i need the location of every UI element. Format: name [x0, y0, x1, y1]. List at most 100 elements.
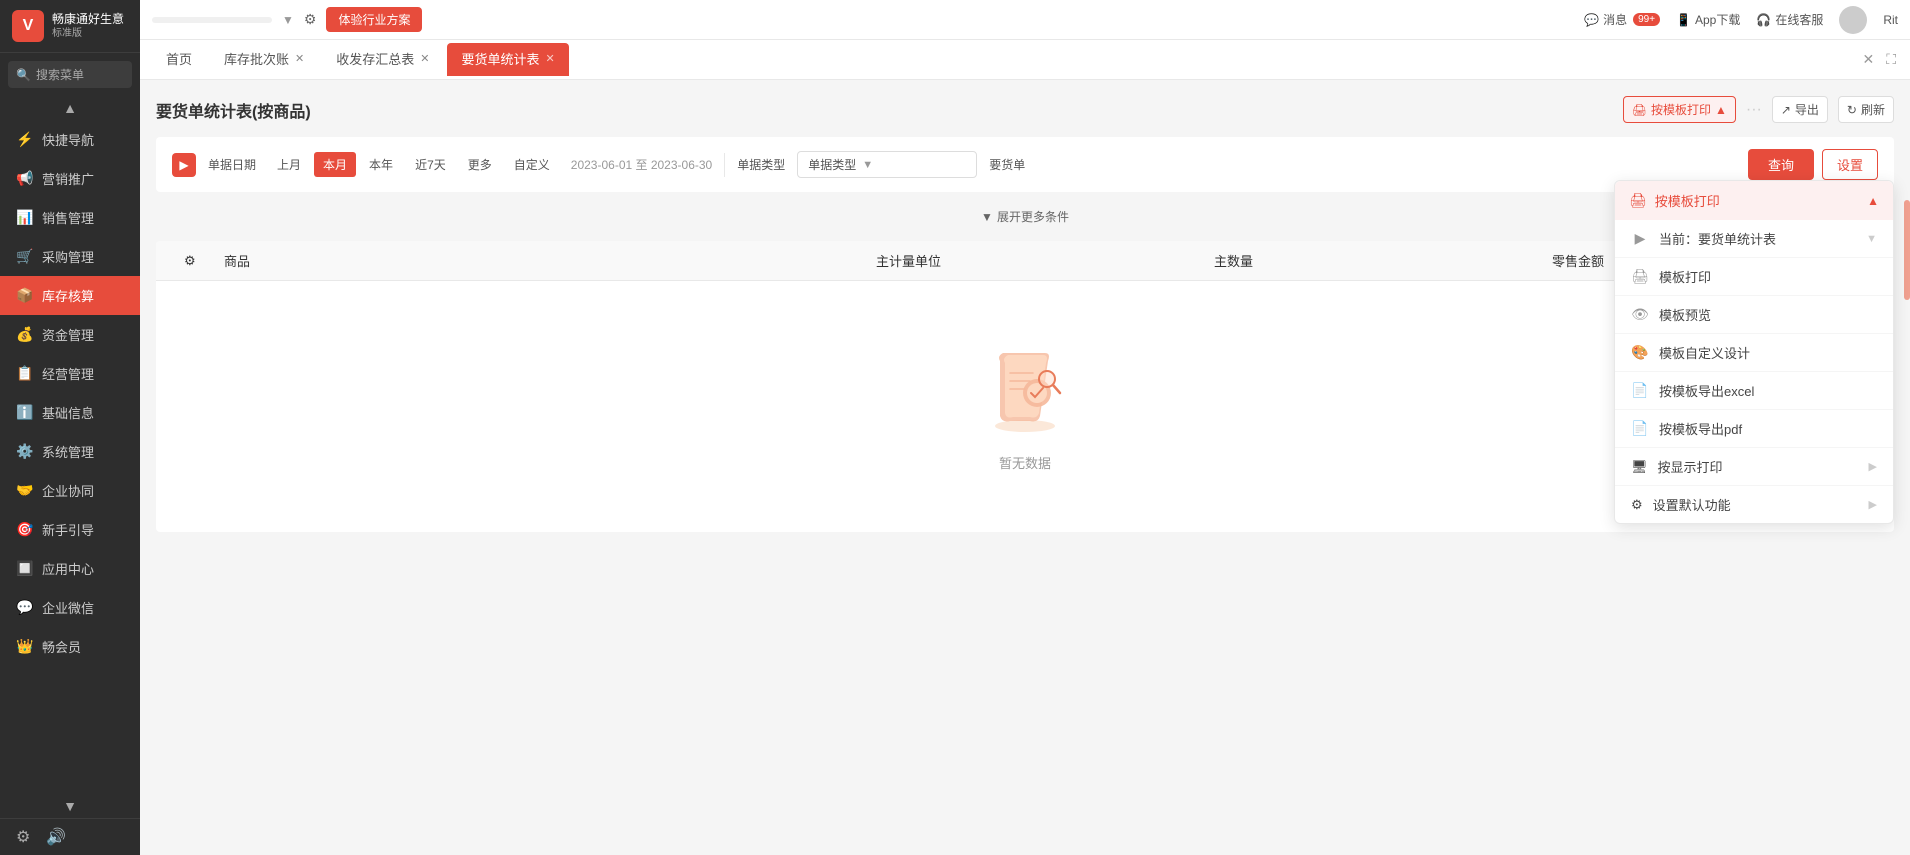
dropdown-header[interactable]: 🖨 按模板打印 ▲ [1615, 181, 1893, 220]
sound-icon[interactable]: 🔊 [46, 827, 66, 847]
logo-icon: V [12, 10, 44, 42]
dropdown-export-excel[interactable]: 📄 按模板导出excel [1615, 372, 1893, 410]
topbar-gear-icon[interactable]: ⚙ [304, 11, 317, 28]
tabbar-controls: ✕ ⛶ [1860, 49, 1898, 70]
app-icon: 🔲 [16, 560, 34, 577]
tab-summary[interactable]: 收发存汇总表 ✕ [322, 43, 443, 76]
settings-btn[interactable]: 设置 [1822, 149, 1878, 180]
sidebar-item-guide[interactable]: 🎯 新手引导 [0, 510, 140, 549]
print-dropdown-arrow: ▲ [1715, 103, 1727, 117]
sidebar-bottom: ⚙ 🔊 [0, 818, 140, 855]
sidebar: V 畅康通好生意 标准版 🔍 搜索菜单 ▲ ⚡ 快捷导航 📢 营销推广 📊 销售… [0, 0, 140, 855]
scroll-down-btn[interactable]: ▼ [0, 794, 140, 818]
online-service-action[interactable]: 🎧 在线客服 [1756, 11, 1823, 28]
order-type-select[interactable]: 单据类型 ▼ [797, 151, 977, 178]
page-title: 要货单统计表(按商品) [156, 98, 311, 122]
date-btn-custom[interactable]: 自定义 [505, 152, 559, 177]
sidebar-item-sales[interactable]: 📊 销售管理 [0, 198, 140, 237]
sidebar-item-operation[interactable]: 📋 经营管理 [0, 354, 140, 393]
sidebar-nav: ⚡ 快捷导航 📢 营销推广 📊 销售管理 🛒 采购管理 📦 库存核算 💰 资金管… [0, 120, 140, 794]
dropdown-template-print[interactable]: 🖨 模板打印 [1615, 258, 1893, 296]
date-btn-this-year[interactable]: 本年 [360, 152, 402, 177]
date-btn-last-month[interactable]: 上月 [268, 152, 310, 177]
username-label: Rit [1883, 13, 1898, 27]
expand-down-icon: ▼ [981, 210, 993, 224]
sidebar-item-system[interactable]: ⚙️ 系统管理 [0, 432, 140, 471]
wechat-icon: 💬 [16, 599, 34, 616]
sidebar-item-collab[interactable]: 🤝 企业协同 [0, 471, 140, 510]
export-btn[interactable]: ↗ 导出 [1772, 96, 1828, 123]
default-func-icon: ⚙ [1631, 497, 1643, 513]
tab-batch-close[interactable]: ✕ [295, 52, 304, 65]
dropdown-display-print[interactable]: 🖥 按显示打印 ▶ [1615, 448, 1893, 486]
dropdown-export-pdf[interactable]: 📄 按模板导出pdf [1615, 410, 1893, 448]
topbar-dropdown-arrow[interactable]: ▼ [282, 13, 294, 27]
app-name: 畅康通好生意 标准版 [52, 12, 124, 41]
export-icon: ↗ [1781, 103, 1791, 117]
topbar-search-box[interactable] [152, 17, 272, 23]
sidebar-item-wechat[interactable]: 💬 企业微信 [0, 588, 140, 627]
trial-btn[interactable]: 体验行业方案 [326, 7, 422, 32]
tab-home[interactable]: 首页 [152, 43, 206, 76]
right-scrollbar[interactable] [1904, 200, 1910, 300]
sidebar-item-member[interactable]: 👑 畅会员 [0, 627, 140, 666]
system-icon: ⚙️ [16, 443, 34, 460]
dropdown-default-func[interactable]: ⚙ 设置默认功能 ▶ [1615, 486, 1893, 523]
sidebar-item-inventory[interactable]: 📦 库存核算 [0, 276, 140, 315]
more-actions-icon[interactable]: ··· [1746, 101, 1762, 119]
tab-batch[interactable]: 库存批次账 ✕ [210, 43, 318, 76]
dropdown-collapse-arrow: ▲ [1867, 194, 1879, 208]
sidebar-item-finance[interactable]: 💰 资金管理 [0, 315, 140, 354]
marketing-icon: 📢 [16, 170, 34, 187]
sidebar-search[interactable]: 🔍 搜索菜单 [8, 61, 132, 88]
dropdown-template-design[interactable]: 🎨 模板自定义设计 [1615, 334, 1893, 372]
dropdown-current-template[interactable]: ▶ 当前：要货单统计表 ▼ [1615, 220, 1893, 258]
tab-summary-close[interactable]: ✕ [420, 52, 429, 65]
col-product: 商品 [212, 241, 864, 280]
topbar-actions: 💬 消息 99+ 📱 App下载 🎧 在线客服 Rit [1584, 6, 1898, 34]
operation-icon: 📋 [16, 365, 34, 382]
tab-close-btn[interactable]: ✕ [1860, 49, 1876, 70]
col-gear[interactable]: ⚙ [172, 243, 212, 279]
dropdown-print-icon: 🖨 [1629, 192, 1647, 209]
order-goods-group: 要货单 [989, 156, 1025, 173]
user-avatar[interactable] [1839, 6, 1867, 34]
message-action[interactable]: 💬 消息 99+ [1584, 11, 1660, 28]
dropdown-template-preview[interactable]: 👁 模板预览 [1615, 296, 1893, 334]
tabbar: 首页 库存批次账 ✕ 收发存汇总表 ✕ 要货单统计表 ✕ ✕ ⛶ [140, 40, 1910, 80]
query-btn[interactable]: 查询 [1748, 149, 1814, 180]
filter-collapse-btn[interactable]: ▶ [172, 153, 196, 177]
sidebar-item-marketing[interactable]: 📢 营销推广 [0, 159, 140, 198]
refresh-btn[interactable]: ↻ 刷新 [1838, 96, 1894, 123]
date-options: 上月 本月 本年 近7天 更多 自定义 [268, 152, 559, 177]
display-print-icon: 🖥 [1631, 459, 1648, 475]
date-btn-more[interactable]: 更多 [459, 152, 501, 177]
date-btn-this-month[interactable]: 本月 [314, 152, 356, 177]
quicknav-icon: ⚡ [16, 131, 34, 148]
app-download-action[interactable]: 📱 App下载 [1676, 11, 1740, 28]
purchase-icon: 🛒 [16, 248, 34, 265]
settings-bottom-icon[interactable]: ⚙ [16, 827, 30, 847]
date-btn-7days[interactable]: 近7天 [406, 152, 455, 177]
sidebar-item-basic[interactable]: ℹ️ 基础信息 [0, 393, 140, 432]
expand-btn[interactable]: ▼ 展开更多条件 [969, 204, 1081, 229]
tab-expand-btn[interactable]: ⛶ [1884, 49, 1898, 70]
inventory-icon: 📦 [16, 287, 34, 304]
member-icon: 👑 [16, 638, 34, 655]
order-goods-label: 要货单 [989, 156, 1025, 173]
date-range-display: 2023-06-01 至 2023-06-30 [571, 156, 712, 173]
display-print-arrow: ▶ [1869, 460, 1877, 473]
sidebar-item-purchase[interactable]: 🛒 采购管理 [0, 237, 140, 276]
sidebar-item-quicknav[interactable]: ⚡ 快捷导航 [0, 120, 140, 159]
sidebar-item-app[interactable]: 🔲 应用中心 [0, 549, 140, 588]
tab-order-stat-close[interactable]: ✕ [546, 52, 555, 65]
download-icon: 📱 [1676, 13, 1691, 27]
current-arrow-icon: ▼ [1866, 233, 1877, 245]
tab-order-stat[interactable]: 要货单统计表 ✕ [447, 43, 568, 76]
page-header: 要货单统计表(按商品) 🖨 按模板打印 ▲ ··· ↗ 导出 ↻ 刷新 [156, 96, 1894, 123]
dropdown-title: 按模板打印 [1655, 191, 1720, 210]
print-template-btn[interactable]: 🖨 按模板打印 ▲ [1623, 96, 1736, 123]
default-func-arrow: ▶ [1869, 498, 1877, 511]
template-preview-icon: 👁 [1631, 306, 1649, 323]
scroll-up-btn[interactable]: ▲ [0, 96, 140, 120]
